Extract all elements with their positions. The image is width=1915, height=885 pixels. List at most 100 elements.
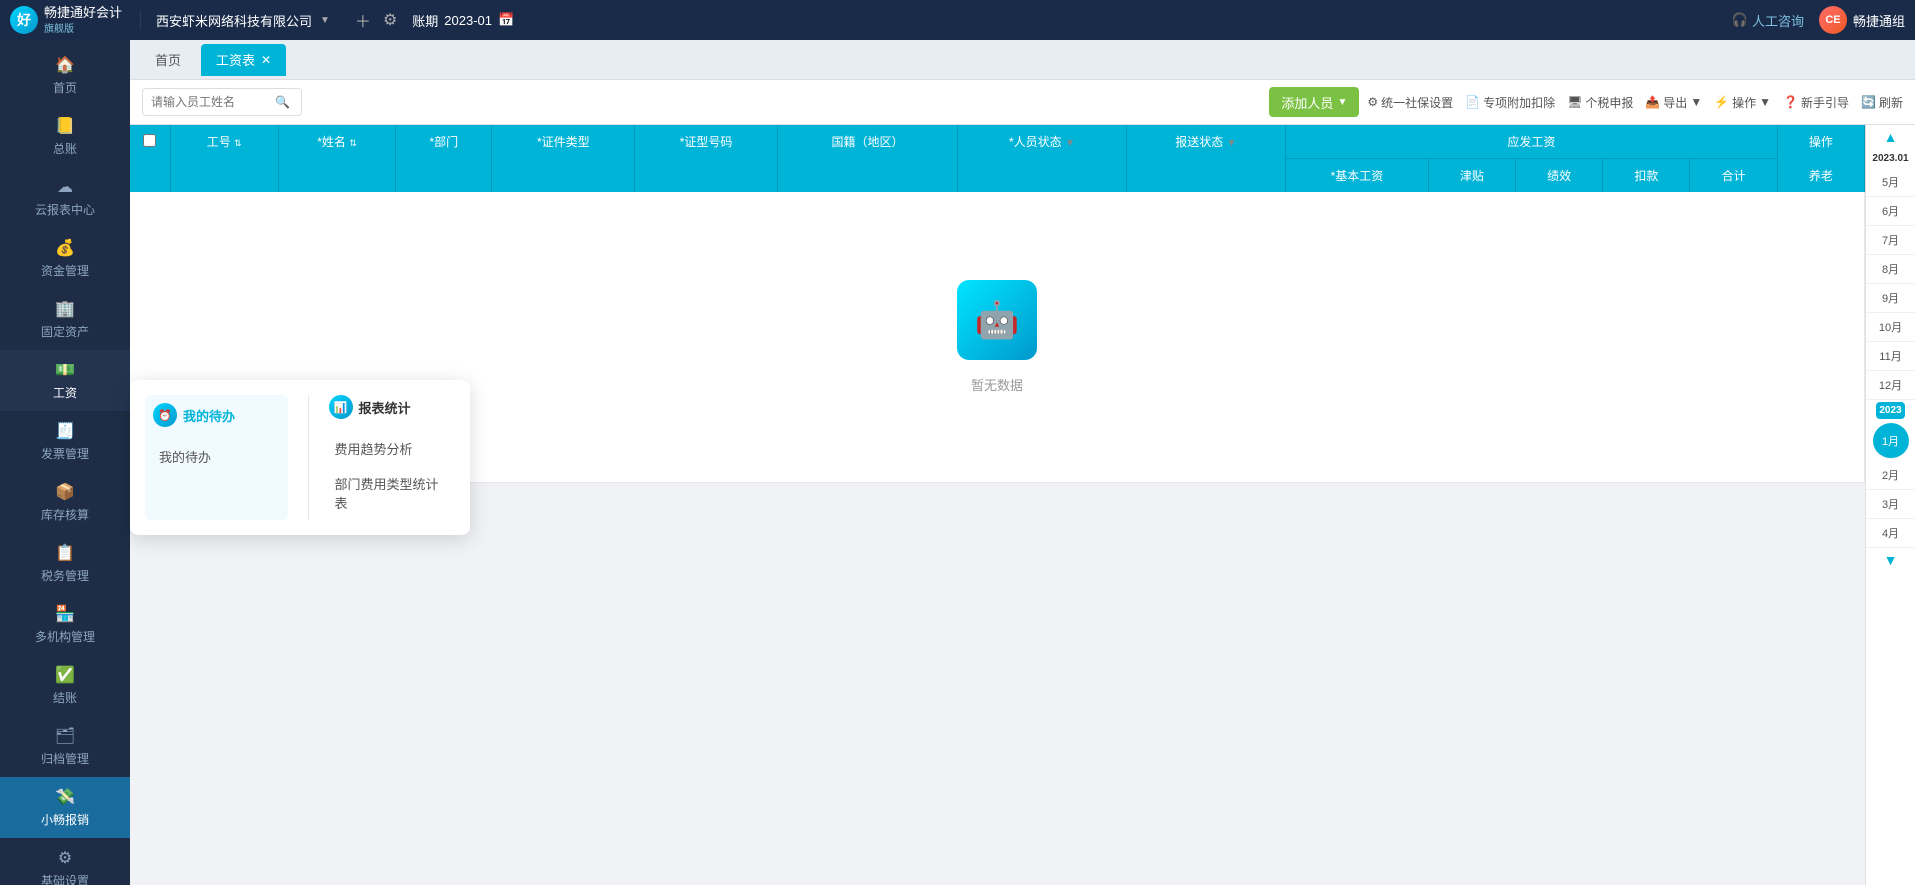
sidebar-item-general-ledger[interactable]: 📒 总账 bbox=[0, 106, 130, 167]
social-insurance-btn[interactable]: ⚙ 统一社保设置 bbox=[1367, 94, 1453, 111]
month-5-2022[interactable]: 5月 bbox=[1866, 168, 1915, 197]
org-icon: 🏪 bbox=[55, 604, 75, 624]
tab-close-icon[interactable]: ✕ bbox=[261, 53, 271, 67]
guide-btn[interactable]: ❓ 新手引导 bbox=[1783, 94, 1849, 111]
export-btn[interactable]: 📤 导出 ▼ bbox=[1645, 94, 1702, 111]
toolbar: 🔍 添加人员 ▼ ⚙ 统一社保设置 📄 专项附加扣除 🖥 个税申报 bbox=[130, 80, 1915, 125]
user-area[interactable]: CE 畅捷通组 bbox=[1819, 6, 1905, 34]
sidebar-label-invoice: 发票管理 bbox=[41, 445, 89, 462]
sidebar-item-inventory[interactable]: 📦 库存核算 bbox=[0, 472, 130, 533]
add-dropdown-icon: ▼ bbox=[1337, 97, 1347, 108]
popup-dept-expense[interactable]: 部门费用类型统计表 bbox=[329, 466, 456, 520]
operation-icon: ⚡ bbox=[1714, 95, 1729, 109]
person-status-filter-icon[interactable]: ▼ bbox=[1065, 138, 1075, 149]
report-icon: 📊 bbox=[329, 395, 353, 419]
operation-btn[interactable]: ⚡ 操作 ▼ bbox=[1714, 94, 1771, 111]
tab-home[interactable]: 首页 bbox=[140, 44, 196, 76]
popup-expense-trend[interactable]: 费用趋势分析 bbox=[329, 431, 456, 466]
month-nav-down[interactable]: ▼ bbox=[1866, 548, 1915, 572]
month-12-2022[interactable]: 12月 bbox=[1866, 371, 1915, 400]
sidebar-item-fund[interactable]: 💰 资金管理 bbox=[0, 228, 130, 289]
month-11-2022[interactable]: 11月 bbox=[1866, 342, 1915, 371]
th-job-no: 工号 ⇅ bbox=[170, 125, 278, 159]
sidebar-label-expense: 小畅报销 bbox=[41, 811, 89, 828]
select-all-checkbox[interactable] bbox=[143, 134, 156, 147]
sidebar-item-settle[interactable]: ✅ 结账 bbox=[0, 655, 130, 716]
th-operation: 操作 bbox=[1777, 125, 1864, 159]
search-input[interactable] bbox=[151, 95, 271, 109]
th-sub-empty5 bbox=[492, 159, 635, 193]
th-id-type: *证件类型 bbox=[492, 125, 635, 159]
inventory-icon: 📦 bbox=[55, 482, 75, 502]
logo-icon: 好 bbox=[10, 6, 38, 34]
right-header: 🎧 人工咨询 CE 畅捷通组 bbox=[1732, 6, 1905, 34]
operation-label: 操作 bbox=[1732, 94, 1756, 111]
company-area[interactable]: 西安虾米网络科技有限公司 ▼ bbox=[140, 11, 345, 30]
add-person-button[interactable]: 添加人员 ▼ bbox=[1269, 87, 1359, 117]
month-4-2023[interactable]: 4月 bbox=[1866, 519, 1915, 548]
sidebar-item-fixed-assets[interactable]: 🏢 固定资产 bbox=[0, 289, 130, 350]
popup-todo-title: ⏰ 我的待办 bbox=[153, 403, 280, 427]
sidebar-item-expense[interactable]: 💸 小畅报销 bbox=[0, 777, 130, 838]
month-nav-up[interactable]: ▲ bbox=[1866, 125, 1915, 149]
month-9-2022[interactable]: 9月 bbox=[1866, 284, 1915, 313]
logo-area: 好 畅捷通好会计 旗舰版 bbox=[10, 5, 140, 36]
search-icon: 🔍 bbox=[275, 95, 290, 109]
search-box: 🔍 bbox=[142, 88, 302, 116]
sidebar-item-salary[interactable]: 💵 工资 bbox=[0, 350, 130, 411]
popup-menu: ⏰ 我的待办 我的待办 📊 报表统计 费用趋势分析 部门费用类型统计表 bbox=[130, 380, 470, 535]
month-6-2022[interactable]: 6月 bbox=[1866, 197, 1915, 226]
th-sub-empty4 bbox=[396, 159, 492, 193]
th-report-status: 报送状态 ▼ bbox=[1126, 125, 1285, 159]
month-2-2023[interactable]: 2月 bbox=[1866, 461, 1915, 490]
sidebar-item-invoice[interactable]: 🧾 发票管理 bbox=[0, 411, 130, 472]
popup-todo-item[interactable]: 我的待办 bbox=[153, 439, 280, 474]
customer-service-btn[interactable]: 🎧 人工咨询 bbox=[1732, 11, 1804, 30]
th-sub-empty6 bbox=[635, 159, 778, 193]
month-10-2022[interactable]: 10月 bbox=[1866, 313, 1915, 342]
period-value: 2023-01 bbox=[444, 13, 492, 28]
tax-report-icon: 🖥 bbox=[1567, 95, 1582, 109]
top-header: 好 畅捷通好会计 旗舰版 西安虾米网络科技有限公司 ▼ ＋ ⚙ 账期 2023-… bbox=[0, 0, 1915, 40]
export-label: 导出 bbox=[1663, 94, 1687, 111]
sidebar-label-salary: 工资 bbox=[53, 384, 77, 401]
customer-service-label: 人工咨询 bbox=[1752, 11, 1804, 30]
calendar-icon[interactable]: 📅 bbox=[498, 12, 514, 28]
sidebar-label-cloud: 云报表中心 bbox=[35, 201, 95, 218]
company-dropdown-icon[interactable]: ▼ bbox=[320, 15, 330, 26]
month-7-2022[interactable]: 7月 bbox=[1866, 226, 1915, 255]
add-icon[interactable]: ＋ bbox=[355, 8, 371, 32]
tab-salary[interactable]: 工资表 ✕ bbox=[201, 44, 286, 76]
sidebar-item-home[interactable]: 🏠 首页 bbox=[0, 45, 130, 106]
sidebar-item-archive[interactable]: 🗂 归档管理 bbox=[0, 716, 130, 777]
tax-icon: 📋 bbox=[55, 543, 75, 563]
settle-icon: ✅ bbox=[55, 665, 75, 685]
th-name: *姓名 ⇅ bbox=[278, 125, 395, 159]
month-8-2022[interactable]: 8月 bbox=[1866, 255, 1915, 284]
sidebar-item-cloud-report[interactable]: ☁ 云报表中心 bbox=[0, 167, 130, 228]
todo-title-text: 我的待办 bbox=[183, 406, 235, 425]
th-base-salary: *基本工资 bbox=[1286, 159, 1429, 193]
sidebar-label-inventory: 库存核算 bbox=[41, 506, 89, 523]
popup-report-stats: 📊 报表统计 费用趋势分析 部门费用类型统计表 bbox=[329, 395, 456, 520]
operation-dropdown-icon: ▼ bbox=[1759, 95, 1771, 109]
popup-divider bbox=[308, 395, 309, 520]
period-label: 账期 bbox=[412, 11, 438, 30]
popup-columns: ⏰ 我的待办 我的待办 📊 报表统计 费用趋势分析 部门费用类型统计表 bbox=[145, 395, 455, 520]
sidebar-item-multi-org[interactable]: 🏪 多机构管理 bbox=[0, 594, 130, 655]
sidebar-label-tax: 税务管理 bbox=[41, 567, 89, 584]
guide-toolbar-icon: ❓ bbox=[1783, 95, 1798, 109]
sidebar-label-ledger: 总账 bbox=[53, 140, 77, 157]
refresh-btn[interactable]: 🔄 刷新 bbox=[1861, 94, 1903, 111]
month-1-2023[interactable]: 1月 bbox=[1873, 423, 1909, 459]
no-data-icon bbox=[957, 280, 1037, 360]
period-area: 账期 2023-01 📅 bbox=[412, 11, 514, 30]
month-3-2023[interactable]: 3月 bbox=[1866, 490, 1915, 519]
tax-report-btn[interactable]: 🖥 个税申报 bbox=[1567, 94, 1633, 111]
report-title-text: 报表统计 bbox=[359, 398, 411, 417]
sidebar-item-tax[interactable]: 📋 税务管理 bbox=[0, 533, 130, 594]
sidebar-item-basic[interactable]: ⚙ 基础设置 bbox=[0, 838, 130, 885]
deduction-btn[interactable]: 📄 专项附加扣除 bbox=[1465, 94, 1555, 111]
settings-icon[interactable]: ⚙ bbox=[383, 10, 397, 30]
report-status-filter-icon[interactable]: ▼ bbox=[1227, 138, 1237, 149]
